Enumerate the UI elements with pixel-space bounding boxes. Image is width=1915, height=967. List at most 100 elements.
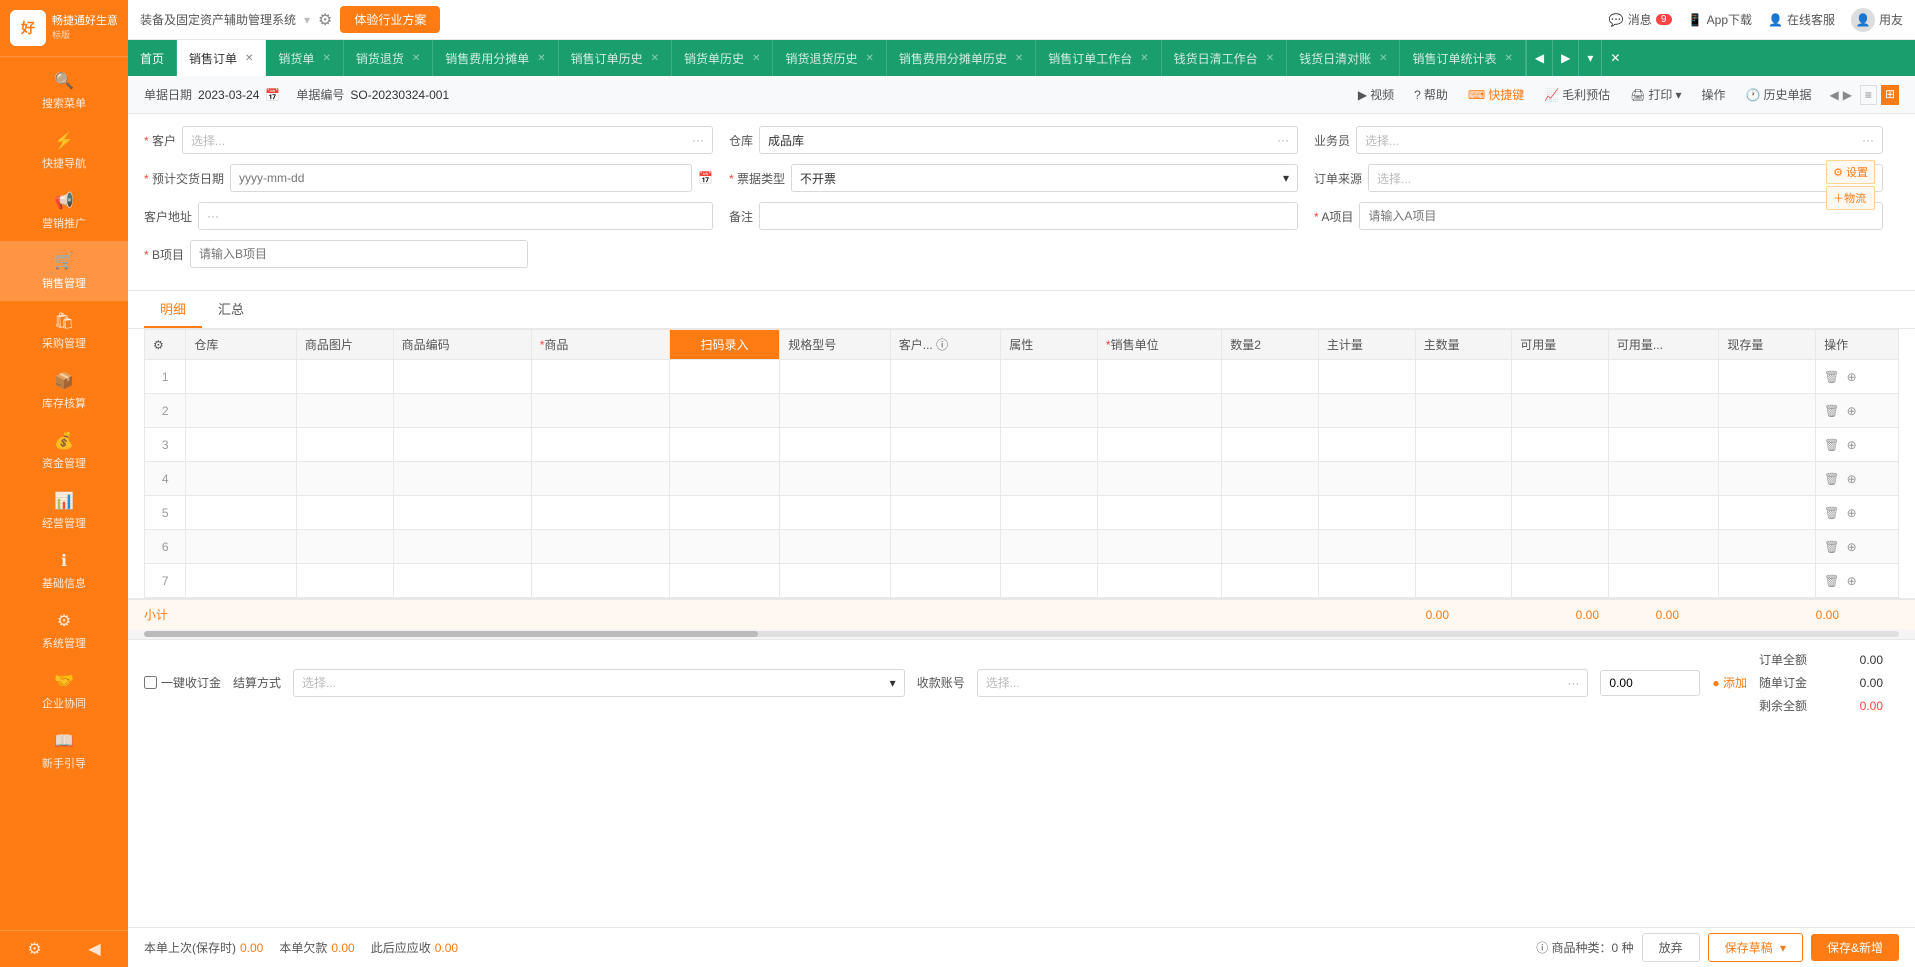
tab-prev-btn[interactable]: ◀ [1526, 40, 1552, 76]
row-5-delete-icon[interactable]: 🗑 [1824, 506, 1839, 520]
payment-dropdown-icon[interactable]: ▾ [890, 676, 896, 690]
row-5-attribute[interactable] [1001, 496, 1098, 530]
payment-method-select[interactable]: 选择... ▾ [293, 669, 905, 697]
sidebar-item-purchase[interactable]: 🛍 采购管理 [0, 301, 128, 361]
row-4-code[interactable] [393, 462, 531, 496]
row-2-customer-code[interactable] [890, 394, 1000, 428]
row-4-copy-icon[interactable]: ⊕ [1847, 472, 1857, 486]
grid-view-btn[interactable]: ⊞ [1881, 85, 1899, 105]
user-menu[interactable]: 👤 用友 [1851, 8, 1903, 32]
row-5-spec[interactable] [780, 496, 890, 530]
row-7-product[interactable] [531, 564, 669, 598]
tab-expense-history[interactable]: 销售费用分摊单历史 ✕ [887, 40, 1036, 76]
tab-cash-reconcile-close[interactable]: ✕ [1379, 53, 1387, 64]
row-3-delete-icon[interactable]: 🗑 [1824, 438, 1839, 452]
row-4-main-qty[interactable] [1415, 462, 1512, 496]
scrollbar-thumb[interactable] [144, 631, 758, 637]
a-project-input[interactable] [1359, 202, 1883, 230]
remark-input[interactable] [759, 202, 1298, 230]
tab-cash-workbench[interactable]: 钱货日清工作台 ✕ [1162, 40, 1287, 76]
prev-record-btn[interactable]: ◀ [1829, 88, 1838, 102]
print-dropdown-icon[interactable]: ▾ [1675, 88, 1681, 102]
row-2-spec[interactable] [780, 394, 890, 428]
row-3-attribute[interactable] [1001, 428, 1098, 462]
sidebar-item-sales[interactable]: 🛒 销售管理 [0, 241, 128, 301]
row-1-attribute[interactable] [1001, 360, 1098, 394]
tab-sales-order[interactable]: 销售订单 ✕ [177, 40, 266, 76]
add-payment-btn[interactable]: ● 添加 [1712, 674, 1747, 691]
row-5-code[interactable] [393, 496, 531, 530]
tab-return-history-close[interactable]: ✕ [865, 53, 873, 64]
row-6-code[interactable] [393, 530, 531, 564]
row-1-main-unit[interactable] [1318, 360, 1415, 394]
row-7-main-qty[interactable] [1415, 564, 1512, 598]
tab-home[interactable]: 首页 [128, 40, 177, 76]
settings-shortcut-btn[interactable]: ⚙ 设置 [1826, 160, 1875, 184]
col-scan-input[interactable]: 扫码录入 [669, 330, 779, 360]
row-4-warehouse[interactable] [186, 462, 296, 496]
account-dots[interactable]: ··· [1567, 676, 1579, 690]
message-button[interactable]: 💬 消息 9 [1609, 11, 1672, 28]
tab-order-workbench-close[interactable]: ✕ [1140, 53, 1148, 64]
row-3-sales-unit[interactable] [1097, 428, 1221, 462]
help-btn[interactable]: ? 帮助 [1408, 84, 1454, 105]
online-service-button[interactable]: 👤 在线客服 [1768, 11, 1835, 28]
row-4-customer-code[interactable] [890, 462, 1000, 496]
row-2-product[interactable] [531, 394, 669, 428]
profit-estimate-btn[interactable]: 📈 毛利预估 [1538, 84, 1616, 105]
sidebar-item-operations[interactable]: 📊 经营管理 [0, 481, 128, 541]
row-3-customer-code[interactable] [890, 428, 1000, 462]
sidebar-item-marketing[interactable]: 📢 营销推广 [0, 181, 128, 241]
row-2-delete-icon[interactable]: 🗑 [1824, 404, 1839, 418]
delivery-date-input[interactable] [230, 164, 692, 192]
row-3-qty2[interactable] [1222, 428, 1319, 462]
row-4-qty2[interactable] [1222, 462, 1319, 496]
b-project-input[interactable] [190, 240, 528, 268]
row-6-qty2[interactable] [1222, 530, 1319, 564]
row-1-copy-icon[interactable]: ⊕ [1847, 370, 1857, 384]
row-6-spec[interactable] [780, 530, 890, 564]
sidebar-item-inventory[interactable]: 📦 库存核算 [0, 361, 128, 421]
horizontal-scrollbar[interactable] [128, 629, 1915, 639]
system-dropdown-icon[interactable]: ▾ [304, 13, 310, 27]
sidebar-item-base-info[interactable]: ℹ 基础信息 [0, 541, 128, 601]
next-record-btn[interactable]: ▶ [1843, 88, 1852, 102]
sidebar-item-search[interactable]: 🔍 搜索菜单 [0, 61, 128, 121]
row-6-main-qty[interactable] [1415, 530, 1512, 564]
one-click-checkout-checkbox[interactable]: 一键收订金 [144, 674, 221, 691]
tab-sales-expense-close[interactable]: ✕ [537, 53, 545, 64]
delivery-calendar-icon[interactable]: 📅 [698, 171, 713, 185]
tab-detail[interactable]: 明细 [144, 291, 202, 328]
row-7-copy-icon[interactable]: ⊕ [1847, 574, 1857, 588]
row-5-warehouse[interactable] [186, 496, 296, 530]
sidebar-settings-icon[interactable]: ⚙ [27, 939, 41, 959]
row-3-code[interactable] [393, 428, 531, 462]
row-3-main-qty[interactable] [1415, 428, 1512, 462]
sidebar-item-system[interactable]: ⚙ 系统管理 [0, 601, 128, 661]
row-4-delete-icon[interactable]: 🗑 [1824, 472, 1839, 486]
tab-next-btn[interactable]: ▶ [1552, 40, 1578, 76]
warehouse-dots[interactable]: ··· [1277, 133, 1289, 147]
discard-button[interactable]: 放弃 [1642, 933, 1700, 962]
tab-sales-stats[interactable]: 销售订单统计表 ✕ [1400, 40, 1525, 76]
staff-dots[interactable]: ··· [1862, 133, 1874, 147]
row-4-spec[interactable] [780, 462, 890, 496]
list-view-btn[interactable]: ≡ [1860, 85, 1877, 105]
tab-expense-history-close[interactable]: ✕ [1015, 53, 1023, 64]
row-1-warehouse[interactable] [186, 360, 296, 394]
solution-button[interactable]: 体验行业方案 [340, 6, 440, 33]
tab-slip-history-close[interactable]: ✕ [752, 53, 760, 64]
tab-order-workbench[interactable]: 销售订单工作台 ✕ [1036, 40, 1161, 76]
row-6-main-unit[interactable] [1318, 530, 1415, 564]
tab-sales-stats-close[interactable]: ✕ [1505, 53, 1513, 64]
shortcut-btn[interactable]: ⌨ 快捷键 [1462, 84, 1530, 105]
tab-sales-return[interactable]: 销货退货 ✕ [344, 40, 433, 76]
row-2-copy-icon[interactable]: ⊕ [1847, 404, 1857, 418]
tab-sales-order-history[interactable]: 销售订单历史 ✕ [559, 40, 672, 76]
tab-cash-workbench-close[interactable]: ✕ [1266, 53, 1274, 64]
customer-select[interactable]: 选择... ··· [182, 126, 713, 154]
col-settings[interactable]: ⚙ [145, 330, 186, 360]
row-1-spec[interactable] [780, 360, 890, 394]
order-source-select[interactable]: 选择... ▾ [1368, 164, 1883, 192]
invoice-dropdown-icon[interactable]: ▾ [1283, 171, 1289, 185]
